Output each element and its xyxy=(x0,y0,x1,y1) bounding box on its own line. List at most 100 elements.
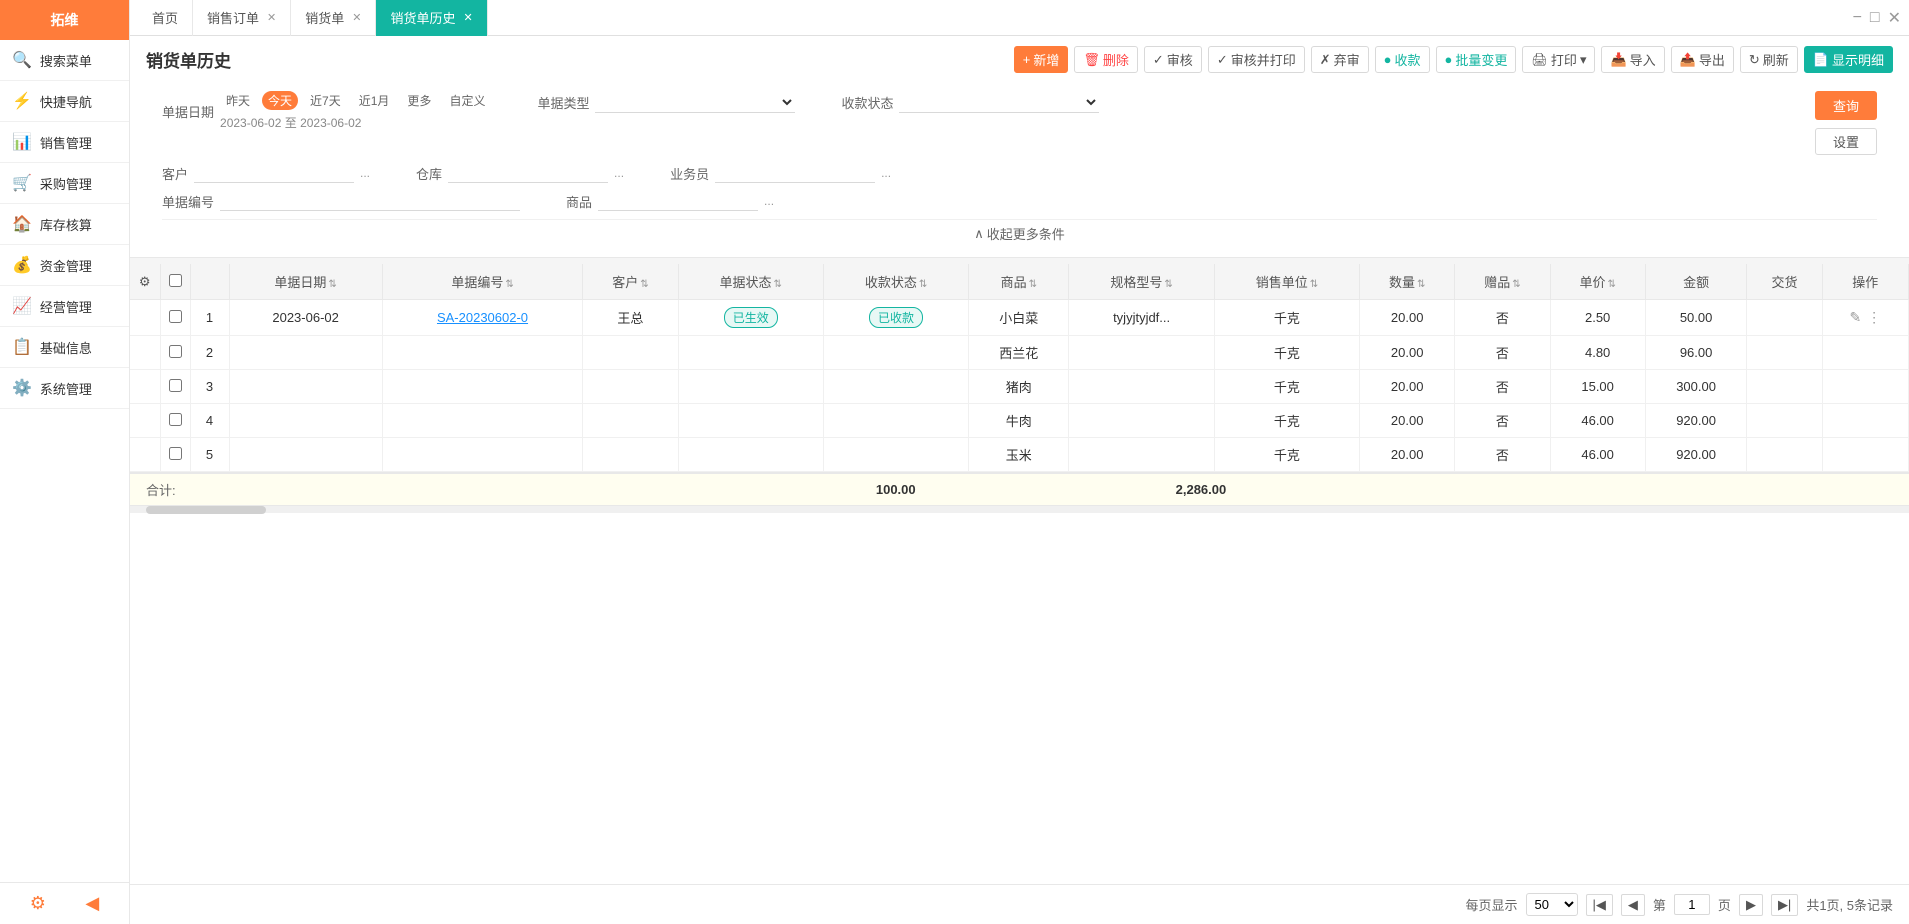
th-checkbox[interactable] xyxy=(160,264,190,300)
table-row: 5玉米千克20.00否46.00920.00 xyxy=(130,438,1909,472)
tab-sales-order[interactable]: 销售订单 ✕ xyxy=(193,0,291,36)
last-page-btn[interactable]: ▶| xyxy=(1771,894,1798,916)
th-unit[interactable]: 销售单位⇅ xyxy=(1214,264,1359,300)
query-button[interactable]: 查询 xyxy=(1815,91,1877,120)
sidebar-item-inventory[interactable]: 🏠 库存核算 xyxy=(0,204,129,245)
th-product[interactable]: 商品⇅ xyxy=(969,264,1069,300)
export-button[interactable]: 📤 导出 xyxy=(1671,46,1734,73)
td-checkbox[interactable] xyxy=(160,404,190,438)
td-action[interactable] xyxy=(1822,370,1908,404)
settings-button[interactable]: 设置 xyxy=(1815,128,1877,155)
sidebar-item-finance[interactable]: 💰 资金管理 xyxy=(0,245,129,286)
td-action[interactable] xyxy=(1822,336,1908,370)
td-gear[interactable] xyxy=(130,300,160,336)
td-gear[interactable] xyxy=(130,404,160,438)
th-spec[interactable]: 规格型号⇅ xyxy=(1069,264,1214,300)
salesperson-input[interactable] xyxy=(715,163,875,183)
td-doc-number[interactable] xyxy=(382,404,583,438)
first-page-btn[interactable]: |◀ xyxy=(1586,894,1613,916)
print-button[interactable]: 🖨 打印 ▾ xyxy=(1522,46,1595,73)
horizontal-scrollbar[interactable] xyxy=(130,505,1909,513)
date-tab-7days[interactable]: 近7天 xyxy=(304,91,347,110)
customer-ellipsis-btn[interactable]: ... xyxy=(360,166,370,180)
display-details-button[interactable]: 📄 显示明细 xyxy=(1804,46,1893,73)
td-doc-number[interactable] xyxy=(382,438,583,472)
date-tab-today[interactable]: 今天 xyxy=(262,91,298,110)
doc-number-input[interactable] xyxy=(220,191,520,211)
page-number-input[interactable] xyxy=(1674,894,1710,915)
scrollbar-thumb[interactable] xyxy=(146,506,266,514)
tab-sales-order-close[interactable]: ✕ xyxy=(267,11,276,24)
th-gear[interactable]: ⚙ xyxy=(130,264,160,300)
td-checkbox[interactable] xyxy=(160,370,190,404)
tab-sales-delivery-history[interactable]: 销货单历史 ✕ xyxy=(376,0,487,36)
td-doc-number[interactable]: SA-20230602-0 xyxy=(382,300,583,336)
sidebar-item-search-menu[interactable]: 🔍 搜索菜单 xyxy=(0,40,129,81)
audit-print-button[interactable]: ✓ 审核并打印 xyxy=(1208,46,1305,73)
edit-icon[interactable]: ✎ xyxy=(1849,309,1861,326)
salesperson-ellipsis-btn[interactable]: ... xyxy=(881,166,891,180)
tab-sales-delivery[interactable]: 销货单 ✕ xyxy=(291,0,376,36)
sidebar-item-purchase[interactable]: 🛒 采购管理 xyxy=(0,163,129,204)
date-tab-more[interactable]: 更多 xyxy=(401,91,437,110)
date-tab-custom[interactable]: 自定义 xyxy=(443,91,491,110)
th-doc-status[interactable]: 单据状态⇅ xyxy=(678,264,823,300)
th-doc-date[interactable]: 单据日期⇅ xyxy=(229,264,382,300)
customer-input[interactable] xyxy=(194,163,354,183)
salesperson-filter: 业务员 ... xyxy=(670,163,891,183)
tab-sales-delivery-close[interactable]: ✕ xyxy=(352,11,361,24)
td-doc-number[interactable] xyxy=(382,370,583,404)
date-tab-1month[interactable]: 近1月 xyxy=(353,91,396,110)
td-doc-number[interactable] xyxy=(382,336,583,370)
th-payment-status[interactable]: 收款状态⇅ xyxy=(823,264,968,300)
minimize-icon[interactable]: − xyxy=(1853,9,1862,27)
select-all-checkbox[interactable] xyxy=(169,274,182,287)
warehouse-input[interactable] xyxy=(448,163,608,183)
batch-change-button[interactable]: ● 批量变更 xyxy=(1436,46,1517,73)
tab-home[interactable]: 首页 xyxy=(138,0,193,36)
date-tab-yesterday[interactable]: 昨天 xyxy=(220,91,256,110)
refresh-button[interactable]: ↻ 刷新 xyxy=(1740,46,1798,73)
window-close-icon[interactable]: ✕ xyxy=(1888,8,1901,28)
next-page-btn[interactable]: ▶ xyxy=(1739,894,1763,916)
import-button[interactable]: 📥 导入 xyxy=(1601,46,1664,73)
sidebar-item-basic-info[interactable]: 📋 基础信息 xyxy=(0,327,129,368)
sidebar-collapse-icon[interactable]: ◀ xyxy=(85,893,99,914)
sidebar-item-sys-admin[interactable]: ⚙️ 系统管理 xyxy=(0,368,129,409)
tab-history-close[interactable]: ✕ xyxy=(464,11,473,24)
new-button[interactable]: + 新增 xyxy=(1014,46,1069,73)
td-gear[interactable] xyxy=(130,336,160,370)
discard-button[interactable]: ✗ 弃审 xyxy=(1311,46,1369,73)
sidebar-item-operations[interactable]: 📈 经营管理 xyxy=(0,286,129,327)
per-page-select[interactable]: 50 100 xyxy=(1526,893,1578,916)
td-checkbox[interactable] xyxy=(160,438,190,472)
delete-button[interactable]: 🗑 删除 xyxy=(1074,46,1138,73)
warehouse-ellipsis-btn[interactable]: ... xyxy=(614,166,624,180)
td-gear[interactable] xyxy=(130,370,160,404)
th-doc-number[interactable]: 单据编号⇅ xyxy=(382,264,583,300)
audit-button[interactable]: ✓ 审核 xyxy=(1144,46,1202,73)
product-ellipsis-btn[interactable]: ... xyxy=(764,194,774,208)
td-checkbox[interactable] xyxy=(160,300,190,336)
doc-number-link[interactable]: SA-20230602-0 xyxy=(437,310,528,325)
td-gear[interactable] xyxy=(130,438,160,472)
td-action[interactable] xyxy=(1822,404,1908,438)
maximize-icon[interactable]: □ xyxy=(1870,9,1880,27)
product-input[interactable] xyxy=(598,191,758,211)
sidebar-settings-icon[interactable]: ⚙ xyxy=(30,893,46,914)
th-customer[interactable]: 客户⇅ xyxy=(583,264,678,300)
th-gift[interactable]: 赠品⇅ xyxy=(1455,264,1550,300)
td-checkbox[interactable] xyxy=(160,336,190,370)
doc-type-select[interactable] xyxy=(595,91,795,113)
more-action-icon[interactable]: ⋮ xyxy=(1867,309,1881,326)
collect-button[interactable]: ● 收款 xyxy=(1375,46,1430,73)
sidebar-item-quick-nav[interactable]: ⚡ 快捷导航 xyxy=(0,81,129,122)
collapse-button[interactable]: ∧ 收起更多条件 xyxy=(162,219,1877,247)
th-quantity[interactable]: 数量⇅ xyxy=(1360,264,1455,300)
th-unit-price[interactable]: 单价⇅ xyxy=(1550,264,1645,300)
prev-page-btn[interactable]: ◀ xyxy=(1621,894,1645,916)
sidebar-item-sales[interactable]: 📊 销售管理 xyxy=(0,122,129,163)
payment-status-select[interactable] xyxy=(899,91,1099,113)
td-action[interactable] xyxy=(1822,438,1908,472)
td-action[interactable]: ✎⋮ xyxy=(1822,300,1908,336)
